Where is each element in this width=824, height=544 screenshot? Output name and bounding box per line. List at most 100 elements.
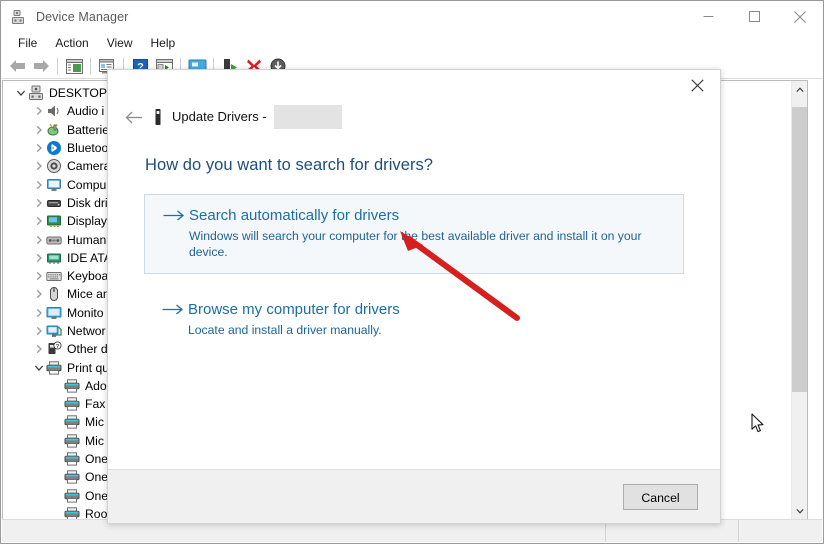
tree-twisty-none <box>49 378 64 393</box>
tree-item-label: Bluetoo <box>67 141 109 156</box>
printer-icon <box>64 506 80 519</box>
tree-twisty-collapsed[interactable] <box>31 232 46 247</box>
camera-icon <box>46 158 62 174</box>
tree-twisty-collapsed[interactable] <box>31 104 46 119</box>
tree-twisty-collapsed[interactable] <box>31 269 46 284</box>
tree-item-label: IDE ATA <box>67 250 112 265</box>
option-title[interactable]: Search automatically for drivers <box>189 206 661 226</box>
console-tree-button[interactable] <box>62 55 86 77</box>
printer-icon <box>64 378 80 394</box>
tree-item-label: Networ <box>67 324 106 338</box>
disk-drive-icon <box>46 195 62 211</box>
redacted-device-name <box>273 105 342 129</box>
dialog-close-button[interactable] <box>675 70 720 100</box>
network-adapter-icon <box>46 323 62 339</box>
display-adapter-icon <box>46 213 62 229</box>
tree-twisty-collapsed[interactable] <box>31 214 46 229</box>
tree-twisty-none <box>49 506 64 519</box>
hid-devices-icon <box>46 232 62 248</box>
scroll-down-button[interactable] <box>792 502 807 519</box>
dialog-footer: Cancel <box>108 469 720 523</box>
device-manager-window: Device Manager File Action View Help ? D… <box>0 0 824 544</box>
printer-icon <box>64 396 80 412</box>
option-browse-computer[interactable]: Browse my computer for drivers Locate an… <box>144 300 684 338</box>
menubar: File Action View Help <box>1 32 823 54</box>
ide-controller-icon <box>46 250 62 266</box>
printer-icon <box>64 488 80 504</box>
printer-icon <box>64 451 80 467</box>
battery-icon <box>46 122 62 138</box>
computer-monitor-icon <box>46 177 62 193</box>
close-button[interactable] <box>777 1 823 32</box>
menu-item-help[interactable]: Help <box>142 34 185 53</box>
tree-item-label: Other d <box>67 342 108 357</box>
printer-icon <box>46 360 62 376</box>
tree-twisty-collapsed[interactable] <box>31 195 46 210</box>
tree-twisty-collapsed[interactable] <box>31 250 46 265</box>
dialog-question: How do you want to search for drivers? <box>145 156 434 174</box>
menu-item-view[interactable]: View <box>98 34 142 53</box>
dialog-options: Search automatically for drivers Windows… <box>108 194 720 338</box>
option-description: Locate and install a driver manually. <box>188 323 382 337</box>
back-button[interactable] <box>5 55 29 77</box>
tree-twisty-expanded[interactable] <box>31 360 46 375</box>
audio-speaker-icon <box>46 103 62 119</box>
tree-item-label: One <box>85 452 109 467</box>
dialog-titlebar <box>108 70 720 100</box>
tree-twisty-collapsed[interactable] <box>31 122 46 137</box>
option-title[interactable]: Browse my computer for drivers <box>188 300 662 320</box>
scrollbar-thumb[interactable] <box>792 107 807 392</box>
tree-item-label: Ado <box>85 378 107 393</box>
tree-twisty-collapsed[interactable] <box>31 305 46 320</box>
tree-twisty-collapsed[interactable] <box>31 177 46 192</box>
tree-twisty-collapsed[interactable] <box>31 141 46 156</box>
scroll-up-button[interactable] <box>792 81 807 98</box>
printer-icon <box>64 433 80 449</box>
tree-item-label: Keyboa <box>67 269 109 284</box>
option-search-automatically[interactable]: Search automatically for drivers Windows… <box>144 194 684 274</box>
tree-item-label: Mice an <box>67 287 110 302</box>
maximize-button[interactable] <box>731 1 777 32</box>
tree-twisty-collapsed[interactable] <box>31 342 46 357</box>
toolbar-separator <box>57 57 58 75</box>
tree-item-label: Print qu <box>67 360 110 375</box>
menu-item-action[interactable]: Action <box>46 34 97 53</box>
tree-twisty-none <box>49 397 64 412</box>
monitor-icon <box>46 305 62 321</box>
dialog-back-button[interactable] <box>117 102 151 132</box>
mouse-icon <box>46 286 62 302</box>
tree-item-label: One <box>85 488 109 503</box>
forward-button[interactable] <box>29 55 53 77</box>
window-titlebar: Device Manager <box>1 1 823 32</box>
tree-vertical-scrollbar[interactable] <box>791 81 807 519</box>
dialog-title-row: Update Drivers - <box>172 105 342 129</box>
printer-icon <box>64 414 80 430</box>
tree-item-label: Disk dri <box>67 195 108 210</box>
svg-text:?: ? <box>56 344 60 350</box>
right-arrow-icon <box>163 206 189 227</box>
update-drivers-dialog: Update Drivers - How do you want to sear… <box>107 69 721 524</box>
window-controls <box>685 1 823 32</box>
tree-item-label: One <box>85 470 109 485</box>
toolbar-separator <box>90 57 91 75</box>
tree-twisty-collapsed[interactable] <box>31 287 46 302</box>
mouse-pointer <box>751 413 765 434</box>
tree-item-label: Audio i <box>67 104 105 119</box>
printer-icon <box>64 469 80 485</box>
tree-item-label: Batterie <box>67 122 110 137</box>
tree-twisty-none <box>49 488 64 503</box>
computer-icon <box>28 85 44 101</box>
tree-twisty-none <box>49 433 64 448</box>
tree-twisty-collapsed[interactable] <box>31 159 46 174</box>
device-icon <box>151 108 165 126</box>
tree-item-label: Display <box>67 214 107 229</box>
minimize-button[interactable] <box>685 1 731 32</box>
right-arrow-icon <box>162 300 188 321</box>
cancel-button[interactable]: Cancel <box>623 483 698 510</box>
other-devices-icon: ? <box>46 341 62 357</box>
tree-twisty-collapsed[interactable] <box>31 324 46 339</box>
tree-twisty-expanded[interactable] <box>13 86 28 101</box>
menu-item-file[interactable]: File <box>9 34 46 53</box>
tree-item-label: Monito <box>67 305 104 320</box>
window-title: Device Manager <box>36 9 129 24</box>
